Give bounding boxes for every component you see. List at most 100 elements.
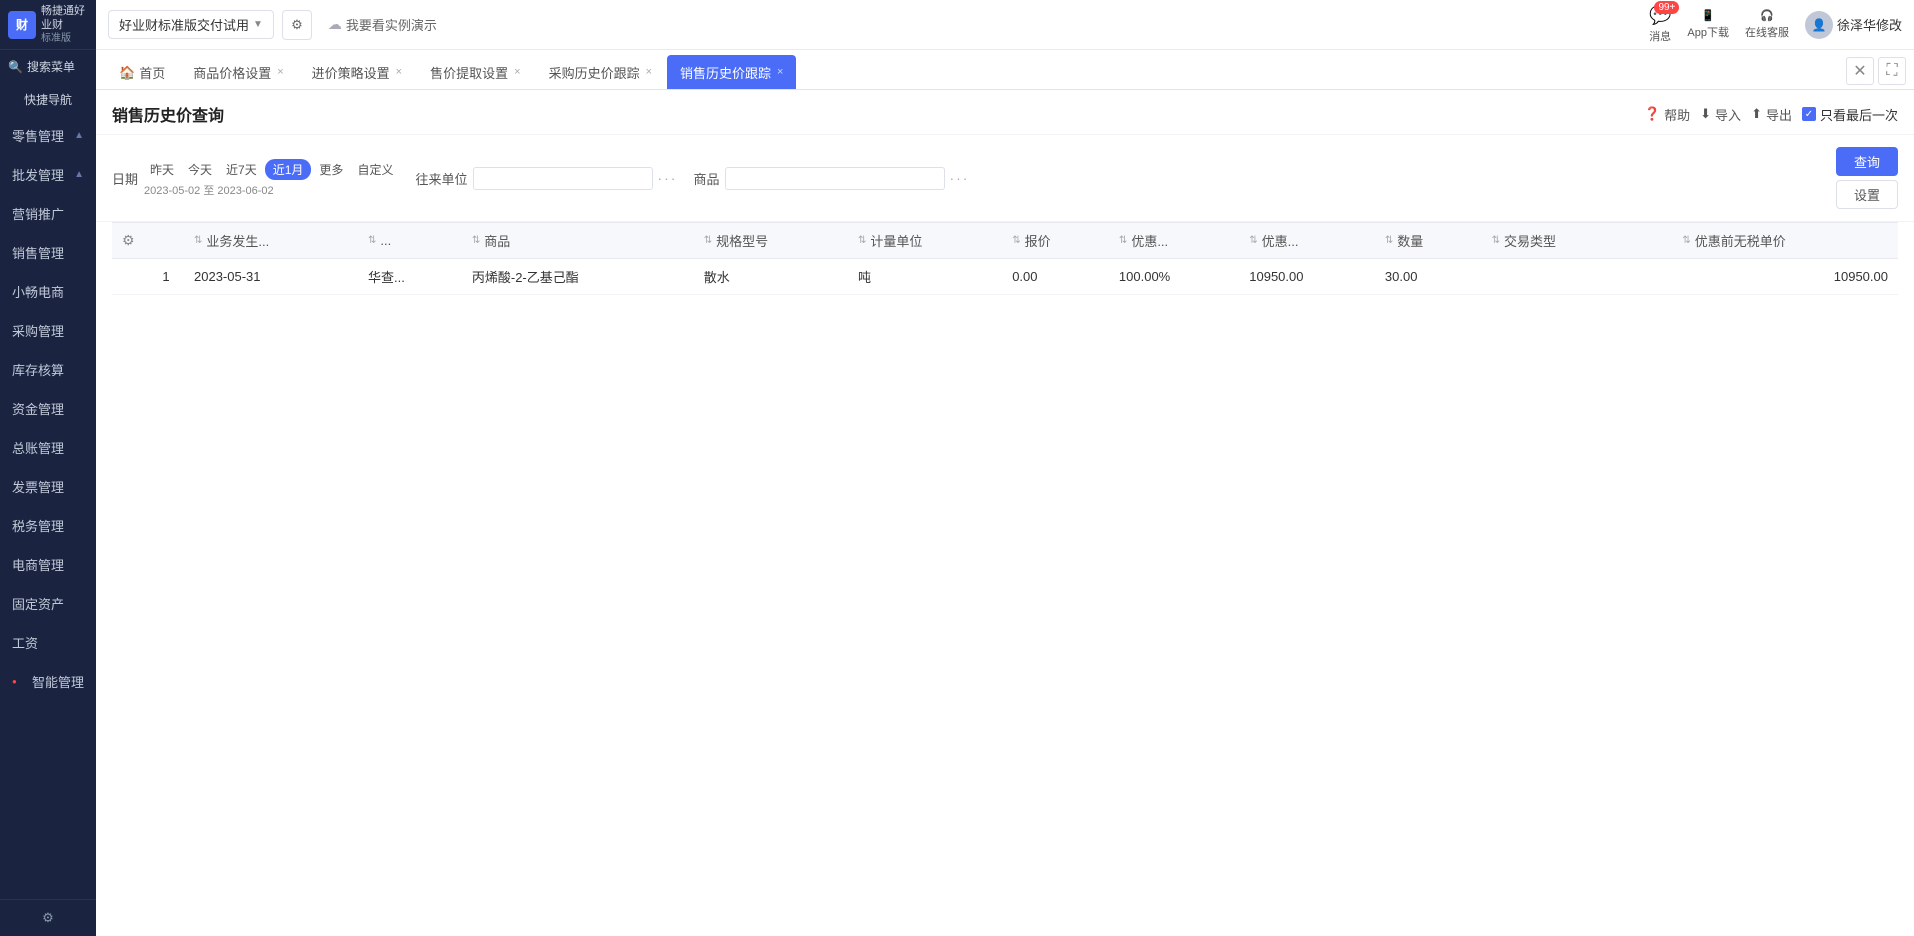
company-selector[interactable]: 好业财标准版交付试用 ▼	[108, 10, 274, 39]
tab-purchase-history[interactable]: 采购历史价跟踪 ×	[536, 55, 665, 89]
sidebar-item-inventory[interactable]: 库存核算	[0, 350, 96, 389]
tab-close-product-price[interactable]: ×	[277, 67, 283, 78]
online-service-btn[interactable]: 🎧 在线客服	[1745, 9, 1789, 40]
selector-arrow-icon: ▼	[253, 19, 263, 30]
th-discount2[interactable]: ⇅ 优惠...	[1239, 223, 1375, 259]
sidebar-item-ledger[interactable]: 总账管理	[0, 428, 96, 467]
tab-sales-history[interactable]: 销售历史价跟踪 ×	[667, 55, 796, 89]
topbar-gear-btn[interactable]: ⚙	[282, 10, 312, 40]
messages-btn[interactable]: 💬 99+ 消息	[1649, 5, 1671, 44]
td-business-date: 2023-05-31	[184, 259, 358, 295]
product-input-wrap: ···	[725, 167, 969, 190]
user-profile-btn[interactable]: 👤 徐泽华修改	[1805, 11, 1902, 39]
th-discount1[interactable]: ⇅ 优惠...	[1109, 223, 1239, 259]
sort-qty-icon: ⇅	[1385, 235, 1393, 246]
app-download-btn[interactable]: 📱 App下载	[1687, 9, 1729, 40]
sidebar-item-assets[interactable]: 固定资产	[0, 584, 96, 623]
sidebar-item-marketing[interactable]: 营销推广	[0, 194, 96, 233]
tab-purchase-strategy[interactable]: 进价策略设置 ×	[299, 55, 415, 89]
sidebar-item-finance[interactable]: 资金管理	[0, 389, 96, 428]
tab-close-sales-history[interactable]: ×	[777, 67, 783, 78]
content-area: 销售历史价查询 ❓ 帮助 ⬇ 导入 ⬆ 导出 ✓	[96, 90, 1914, 936]
table-row[interactable]: 1 2023-05-31 华查... 丙烯酸-2-乙基己酯 散水 吨 0.00 …	[112, 259, 1898, 295]
date-btn-more[interactable]: 更多	[313, 159, 349, 180]
th-price[interactable]: ⇅ 报价	[1002, 223, 1109, 259]
sort-product-icon: ⇅	[472, 235, 480, 246]
tab-close-purchase-history[interactable]: ×	[646, 67, 652, 78]
export-btn[interactable]: ⬆ 导出	[1751, 105, 1792, 124]
tab-close-sale-extract[interactable]: ×	[514, 67, 520, 78]
sidebar-item-wholesale[interactable]: 批发管理 ▲	[0, 155, 96, 194]
help-btn[interactable]: ❓ 帮助	[1644, 105, 1690, 124]
th-business-date[interactable]: ⇅ 业务发生...	[184, 223, 358, 259]
message-badge: 99+	[1654, 1, 1679, 14]
td-discount2: 10950.00	[1239, 259, 1375, 295]
chevron-wholesale-icon: ▲	[74, 169, 84, 180]
td-discount1: 100.00%	[1109, 259, 1239, 295]
date-btn-last7[interactable]: 近7天	[220, 159, 263, 180]
td-unit: 吨	[848, 259, 1002, 295]
source-dots[interactable]: ···	[657, 170, 677, 186]
product-dots[interactable]: ···	[949, 170, 969, 186]
date-label: 日期	[112, 169, 138, 188]
sidebar-quick-nav[interactable]: 快捷导航	[0, 83, 96, 116]
th-qty[interactable]: ⇅ 数量	[1375, 223, 1482, 259]
date-btn-yesterday[interactable]: 昨天	[144, 159, 180, 180]
only-last-checkbox[interactable]: ✓ 只看最后一次	[1802, 105, 1898, 124]
sidebar-item-sales[interactable]: 销售管理	[0, 233, 96, 272]
td-spec: 散水	[694, 259, 848, 295]
avatar: 👤	[1805, 11, 1833, 39]
phone-icon: 📱	[1701, 9, 1715, 22]
sidebar-item-ecommerce-small[interactable]: 小畅电商	[0, 272, 96, 311]
th-settings[interactable]: ⚙	[112, 223, 148, 259]
sidebar-item-purchase[interactable]: 采购管理	[0, 311, 96, 350]
date-btn-last1m[interactable]: 近1月	[265, 159, 312, 180]
sidebar-search[interactable]: 🔍 搜索菜单	[0, 50, 96, 83]
close-tab-btn[interactable]: ✕	[1846, 57, 1874, 85]
logo-icon: 财	[8, 11, 36, 39]
sidebar-item-invoice[interactable]: 发票管理	[0, 467, 96, 506]
tab-sale-extract[interactable]: 售价提取设置 ×	[417, 55, 533, 89]
th-extra[interactable]: ⇅ ...	[358, 223, 462, 259]
sidebar-item-tax[interactable]: 税务管理	[0, 506, 96, 545]
date-btn-today[interactable]: 今天	[182, 159, 218, 180]
sort-trade-type-icon: ⇅	[1492, 235, 1500, 246]
query-btn[interactable]: 查询	[1836, 147, 1898, 176]
td-extra: 华查...	[358, 259, 462, 295]
sort-extra-icon: ⇅	[368, 235, 376, 246]
sidebar-item-retail[interactable]: 零售管理 ▲	[0, 116, 96, 155]
td-product: 丙烯酸-2-乙基己酯	[462, 259, 694, 295]
chevron-retail-icon: ▲	[74, 130, 84, 141]
sidebar-item-ecommerce[interactable]: 电商管理	[0, 545, 96, 584]
tab-home[interactable]: 🏠 首页	[106, 55, 178, 89]
demo-link[interactable]: ☁ 我要看实例演示	[328, 15, 437, 34]
th-pretax-price[interactable]: ⇅ 优惠前无税单价	[1672, 223, 1898, 259]
settings-filter-btn[interactable]: 设置	[1836, 180, 1898, 209]
product-filter-group: 商品 ···	[693, 167, 969, 190]
date-filter-group: 日期 昨天 今天 近7天 近1月 更多 自定义 2023-05-02 至 202…	[112, 159, 399, 198]
tab-product-price[interactable]: 商品价格设置 ×	[180, 55, 296, 89]
product-input[interactable]	[725, 167, 945, 190]
sidebar-item-smart[interactable]: 智能管理	[0, 662, 96, 701]
import-btn[interactable]: ⬇ 导入	[1700, 105, 1741, 124]
sidebar-item-salary[interactable]: 工资	[0, 623, 96, 662]
th-spacer	[1636, 223, 1673, 259]
table-settings-icon[interactable]: ⚙	[122, 232, 135, 248]
source-input[interactable]	[473, 167, 653, 190]
maximize-tab-btn[interactable]: ⛶	[1878, 57, 1906, 85]
tab-close-purchase-strategy[interactable]: ×	[396, 67, 402, 78]
th-spec[interactable]: ⇅ 规格型号	[694, 223, 848, 259]
source-label: 往来单位	[415, 169, 467, 188]
date-btn-custom[interactable]: 自定义	[351, 159, 399, 180]
sort-discount1-icon: ⇅	[1119, 235, 1127, 246]
th-unit[interactable]: ⇅ 计量单位	[848, 223, 1002, 259]
page-header: 销售历史价查询 ❓ 帮助 ⬇ 导入 ⬆ 导出 ✓	[96, 90, 1914, 135]
th-product[interactable]: ⇅ 商品	[462, 223, 694, 259]
search-icon: 🔍	[8, 60, 23, 74]
th-trade-type[interactable]: ⇅ 交易类型	[1482, 223, 1636, 259]
sidebar-logo: 财 畅捷通好业财 标准版	[0, 0, 96, 50]
sidebar-settings-btn[interactable]: ⚙	[0, 899, 96, 936]
td-trade-type	[1482, 259, 1636, 295]
sort-unit-icon: ⇅	[858, 235, 866, 246]
product-label: 商品	[693, 169, 719, 188]
